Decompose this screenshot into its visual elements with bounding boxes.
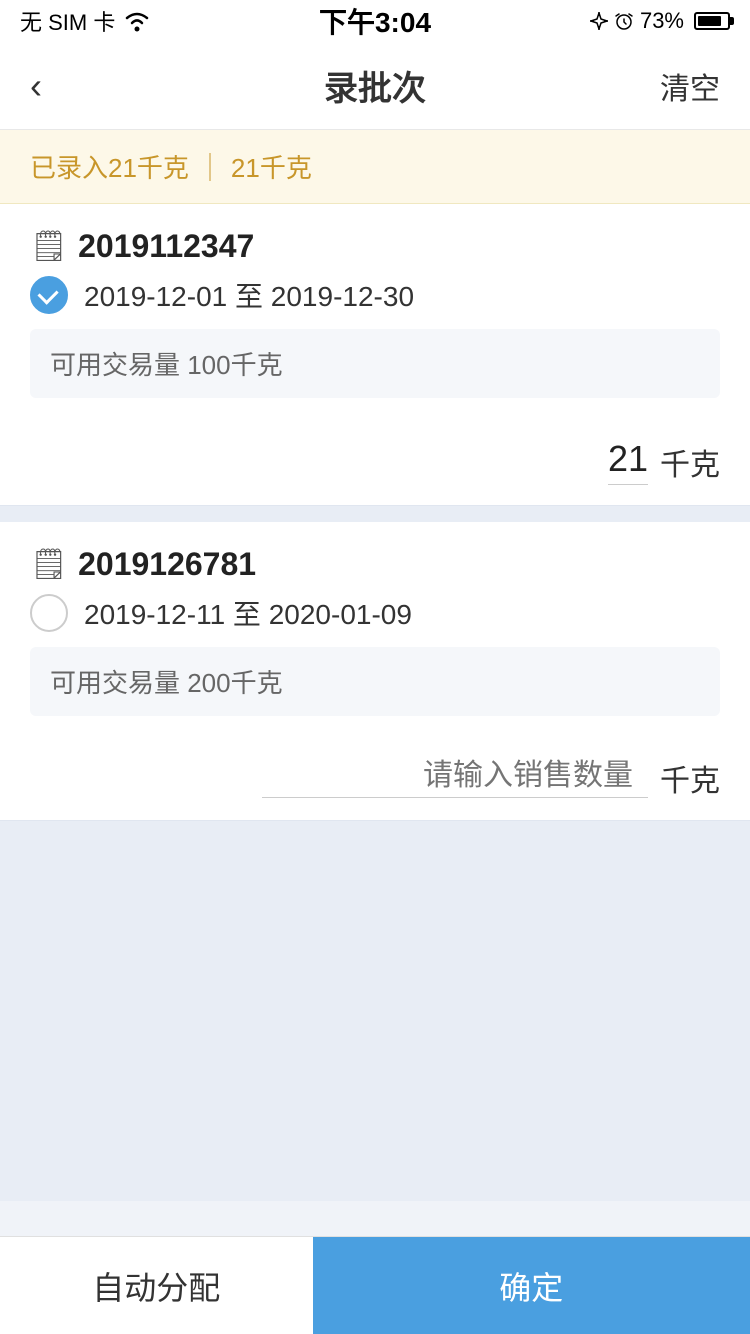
batch-1-date: 2019-12-01 至 2019-12-30 [84,275,414,315]
batch-card-2-inner: 🗒 2019126781 2019-12-11 至 2020-01-09 [0,522,750,633]
no-sim-text: 无 SIM 卡 [20,5,115,37]
batch-2-qty-input[interactable] [262,759,648,798]
empty-area [0,821,750,1201]
batch-1-available: 可用交易量 100千克 [30,329,720,398]
batch-2-id: 2019126781 [78,546,256,583]
batch-1-id-row: 🗒 2019112347 [30,228,720,265]
batch-2-radio[interactable] [30,594,68,632]
location-icon [590,12,608,30]
section-divider [0,506,750,522]
batch-1-amount[interactable]: 21 [608,438,648,485]
batch-2-id-row: 🗒 2019126781 [30,546,720,583]
batch-2-icon: 🗒 [30,547,68,582]
batch-1-unit: 千克 [660,440,720,484]
page-title: 录批次 [324,61,426,110]
batch-1-radio[interactable] [30,276,68,314]
back-button[interactable]: ‹ [30,65,90,107]
bottom-bar: 自动分配 确定 [0,1236,750,1334]
batch-2-input-row[interactable]: 千克 [0,736,750,821]
nav-bar: ‹ 录批次 清空 [0,42,750,130]
clear-button[interactable]: 清空 [660,64,720,108]
batch-1-id: 2019112347 [78,228,254,265]
batch-card-2: 🗒 2019126781 2019-12-11 至 2020-01-09 可用交… [0,522,750,736]
battery-icon [694,12,730,30]
batch-card-1: 🗒 2019112347 2019-12-01 至 2019-12-30 可用交… [0,204,750,418]
batch-2-unit: 千克 [660,756,720,800]
batch-2-date-row[interactable]: 2019-12-11 至 2020-01-09 [30,593,720,633]
batch-2-date: 2019-12-11 至 2020-01-09 [84,593,412,633]
batch-1-icon: 🗒 [30,229,68,264]
batch-1-date-row[interactable]: 2019-12-01 至 2019-12-30 [30,275,720,315]
status-right: 73% [590,8,730,34]
status-left: 无 SIM 卡 [20,5,151,37]
total-amount: 21千克 [231,148,312,185]
info-divider [209,153,211,181]
battery-percent: 73% [640,8,684,34]
status-time: 下午3:04 [319,1,431,41]
wifi-icon [123,10,151,32]
auto-distribute-button[interactable]: 自动分配 [0,1237,313,1334]
alarm-icon [614,11,634,31]
recorded-amount: 已录入21千克 [30,148,189,185]
page-content: 已录入21千克 21千克 🗒 2019112347 2019-12-01 至 2… [0,130,750,1299]
status-bar: 无 SIM 卡 下午3:04 73% [0,0,750,42]
info-bar: 已录入21千克 21千克 [0,130,750,204]
confirm-button[interactable]: 确定 [313,1237,750,1334]
batch-2-available: 可用交易量 200千克 [30,647,720,716]
batch-1-amount-row[interactable]: 21 千克 [0,418,750,506]
batch-card-1-inner: 🗒 2019112347 2019-12-01 至 2019-12-30 [0,204,750,315]
